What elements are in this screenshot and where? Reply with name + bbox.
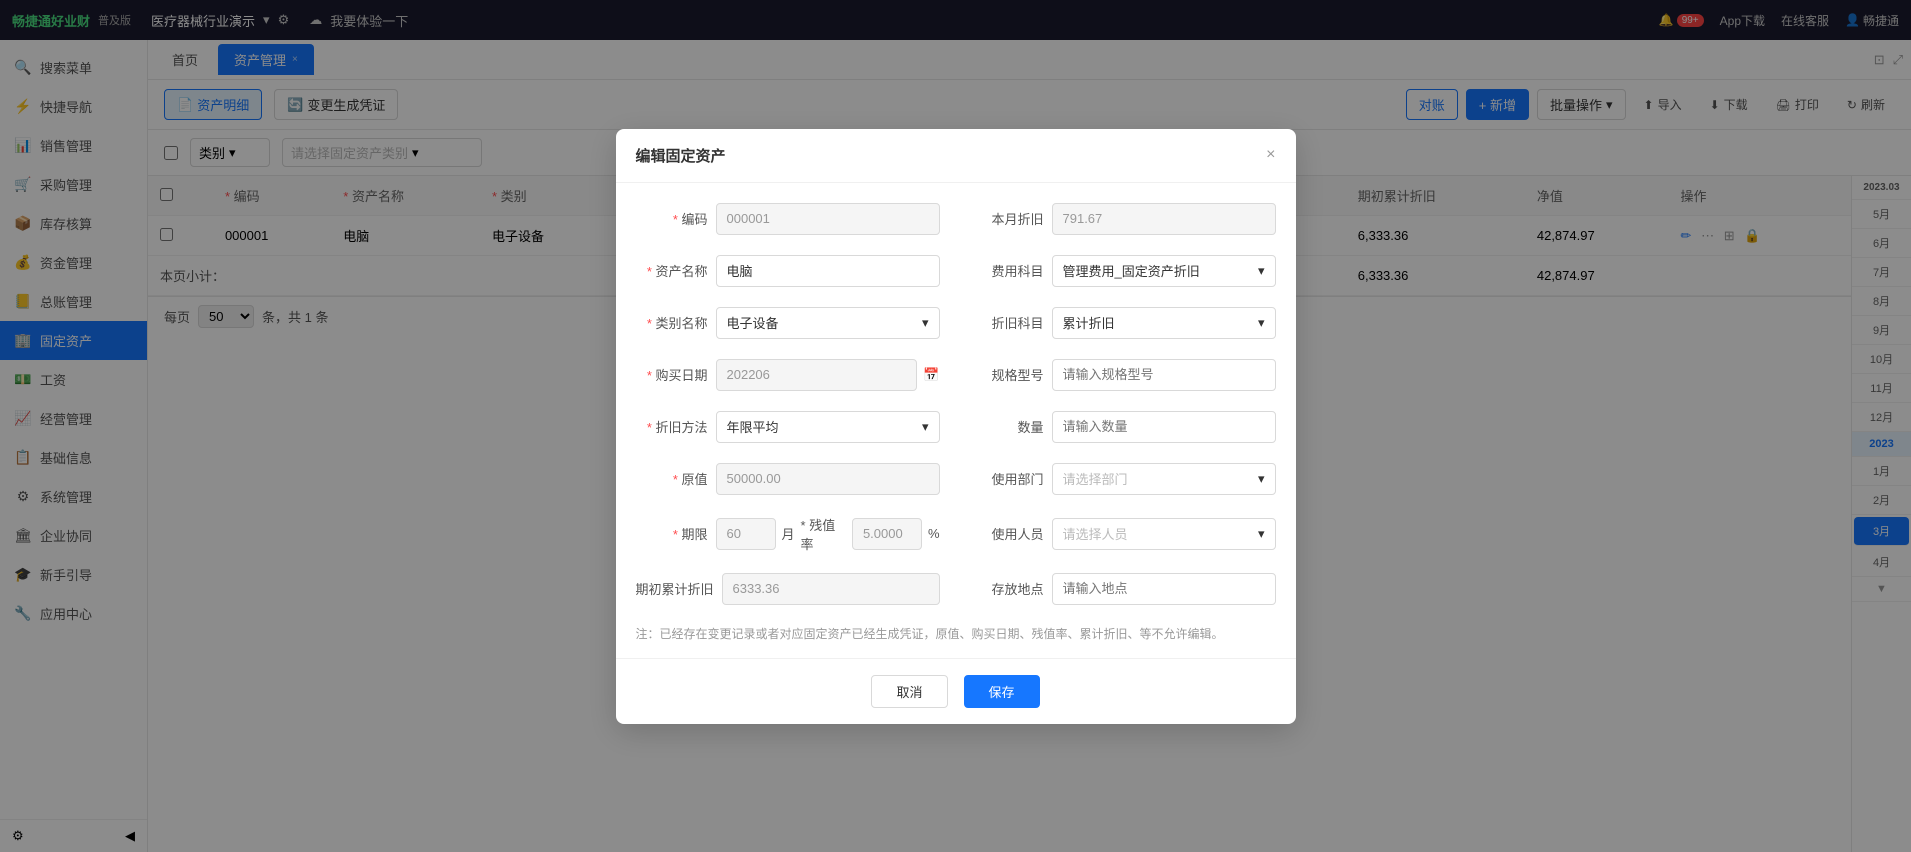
initial-dep-label: 期初累计折旧 — [636, 579, 714, 598]
modal-body: 编码 本月折旧 资产名称 费用科目 管理费用_固定资产折旧 — [616, 183, 1296, 625]
form-item-monthly-dep: 本月折旧 — [972, 203, 1276, 235]
department-label: 使用部门 — [972, 469, 1044, 488]
modal-header: 编辑固定资产 × — [616, 129, 1296, 183]
initial-dep-input[interactable] — [722, 573, 940, 605]
expense-subject-label: 费用科目 — [972, 261, 1044, 280]
chevron-down-icon: ▾ — [1258, 315, 1265, 331]
form-item-purchase-date: 购买日期 📅 — [636, 359, 940, 391]
name-input[interactable] — [716, 255, 940, 287]
purchase-date-input[interactable] — [716, 359, 918, 391]
dep-method-label: 折旧方法 — [636, 417, 708, 436]
form-item-code: 编码 — [636, 203, 940, 235]
spec-model-label: 规格型号 — [972, 365, 1044, 384]
category-label: 类别名称 — [636, 313, 708, 332]
form-item-location: 存放地点 — [972, 573, 1276, 605]
person-select[interactable]: 请选择人员 ▾ — [1052, 518, 1276, 550]
form-item-original-value: 原值 — [636, 463, 940, 495]
form-item-dep-method: 折旧方法 年限平均 ▾ — [636, 411, 940, 443]
category-select[interactable]: 电子设备 ▾ — [716, 307, 940, 339]
location-input[interactable] — [1052, 573, 1276, 605]
form-item-name: 资产名称 — [636, 255, 940, 287]
period-label: 期限 — [636, 524, 708, 543]
spec-model-input[interactable] — [1052, 359, 1276, 391]
code-input[interactable] — [716, 203, 940, 235]
chevron-down-icon: ▾ — [1258, 471, 1265, 487]
form-item-expense-subject: 费用科目 管理费用_固定资产折旧 ▾ — [972, 255, 1276, 287]
chevron-down-icon: ▾ — [922, 419, 929, 435]
name-label: 资产名称 — [636, 261, 708, 280]
residual-rate-label: * 残值率 — [801, 515, 846, 553]
form-item-period: 期限 月 * 残值率 % — [636, 515, 940, 553]
modal-title: 编辑固定资产 — [636, 145, 726, 166]
chevron-down-icon: ▾ — [1258, 526, 1265, 542]
dep-method-select[interactable]: 年限平均 ▾ — [716, 411, 940, 443]
department-select[interactable]: 请选择部门 ▾ — [1052, 463, 1276, 495]
form-item-category: 类别名称 电子设备 ▾ — [636, 307, 940, 339]
dep-subject-label: 折旧科目 — [972, 313, 1044, 332]
modal-close-btn[interactable]: × — [1266, 146, 1275, 164]
quantity-label: 数量 — [972, 417, 1044, 436]
person-label: 使用人员 — [972, 524, 1044, 543]
edit-asset-modal: 编辑固定资产 × 编码 本月折旧 资产名称 — [616, 129, 1296, 724]
chevron-down-icon: ▾ — [1258, 263, 1265, 279]
form-item-dep-subject: 折旧科目 累计折旧 ▾ — [972, 307, 1276, 339]
form-item-spec-model: 规格型号 — [972, 359, 1276, 391]
residual-rate-input[interactable] — [852, 518, 922, 550]
dep-subject-select[interactable]: 累计折旧 ▾ — [1052, 307, 1276, 339]
monthly-dep-input — [1052, 203, 1276, 235]
period-input[interactable] — [716, 518, 776, 550]
monthly-dep-label: 本月折旧 — [972, 209, 1044, 228]
form-item-person: 使用人员 请选择人员 ▾ — [972, 515, 1276, 553]
form-item-department: 使用部门 请选择部门 ▾ — [972, 463, 1276, 495]
chevron-down-icon: ▾ — [922, 315, 929, 331]
calendar-icon[interactable]: 📅 — [923, 367, 939, 383]
form-item-initial-dep: 期初累计折旧 — [636, 573, 940, 605]
form-item-quantity: 数量 — [972, 411, 1276, 443]
location-label: 存放地点 — [972, 579, 1044, 598]
modal-overlay: 编辑固定资产 × 编码 本月折旧 资产名称 — [0, 0, 1911, 852]
cancel-button[interactable]: 取消 — [871, 675, 947, 708]
save-button[interactable]: 保存 — [964, 675, 1040, 708]
purchase-date-label: 购买日期 — [636, 365, 708, 384]
code-label: 编码 — [636, 209, 708, 228]
modal-footer: 取消 保存 — [616, 658, 1296, 724]
modal-note: 注：已经存在变更记录或者对应固定资产已经生成凭证，原值、购买日期、残值率、累计折… — [616, 625, 1296, 658]
original-value-label: 原值 — [636, 469, 708, 488]
expense-subject-select[interactable]: 管理费用_固定资产折旧 ▾ — [1052, 255, 1276, 287]
quantity-input[interactable] — [1052, 411, 1276, 443]
original-value-input[interactable] — [716, 463, 940, 495]
